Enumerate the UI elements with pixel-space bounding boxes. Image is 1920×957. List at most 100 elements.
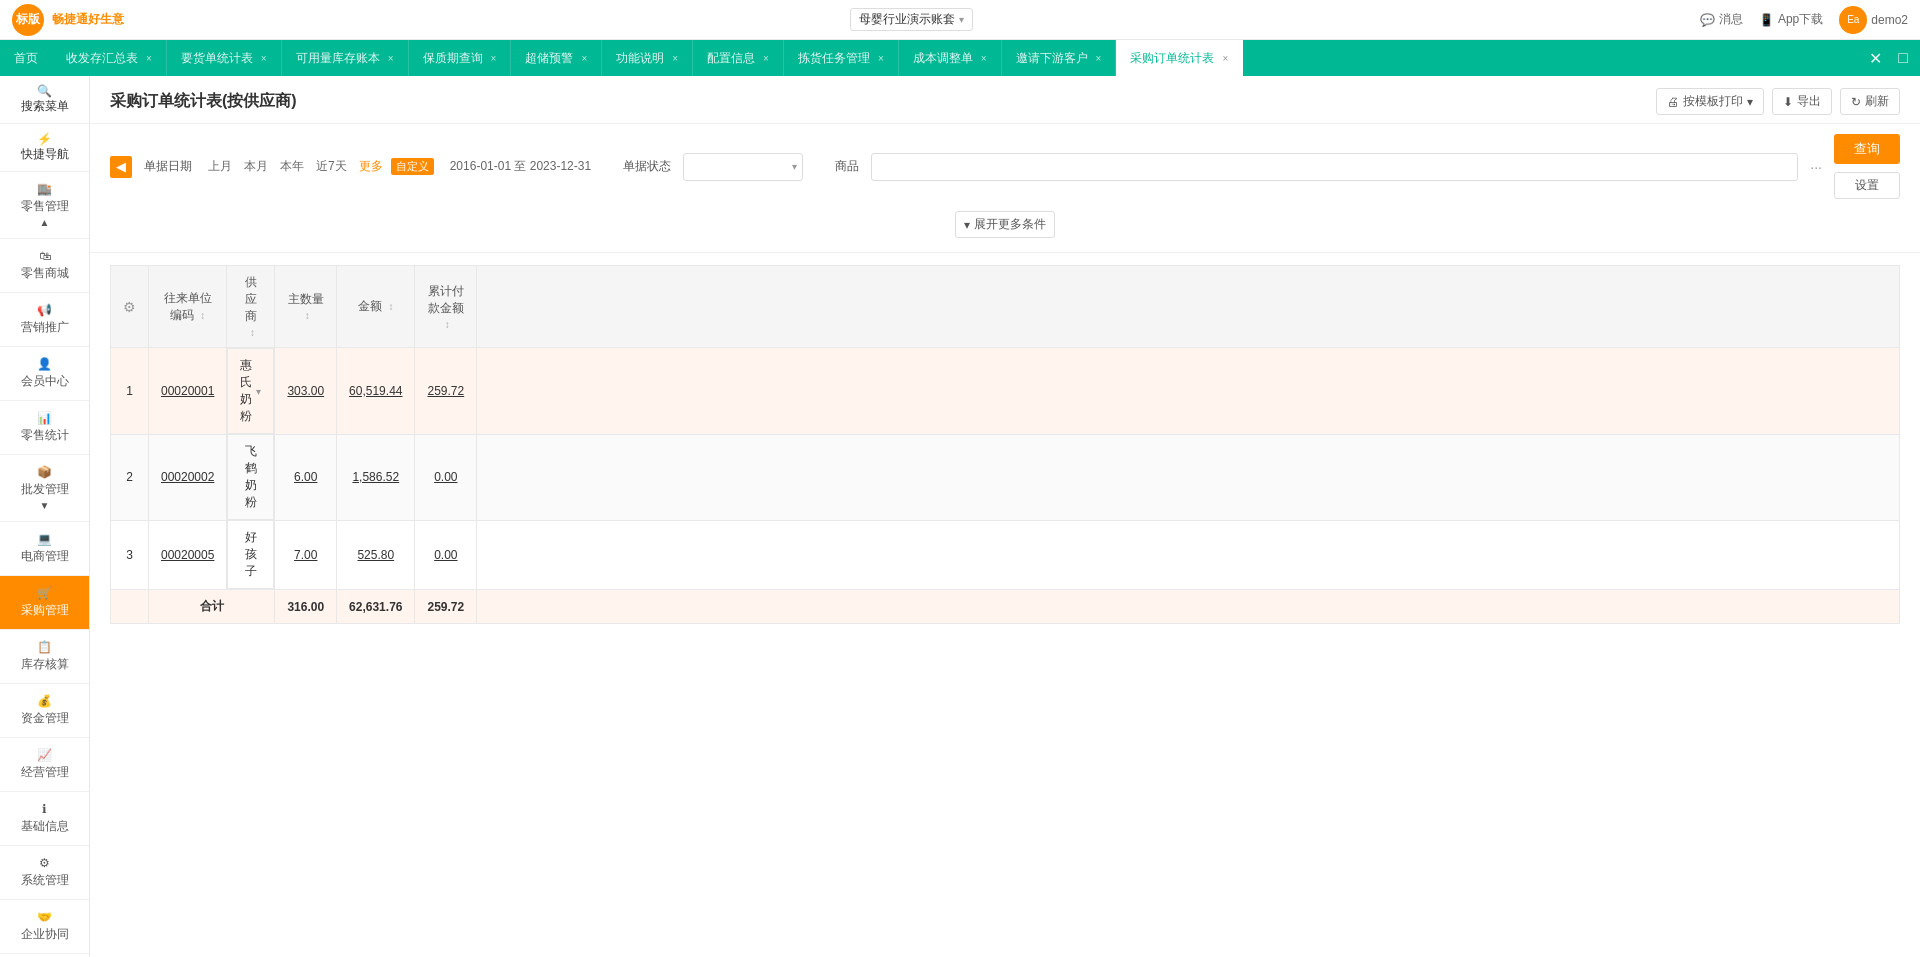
expand-more-btn[interactable]: ▾ 展开更多条件 <box>955 211 1055 238</box>
filter-toggle-btn[interactable]: ◀ <box>110 156 132 178</box>
status-select-wrap <box>683 153 803 181</box>
shortcut-last-month[interactable]: 上月 <box>204 156 236 177</box>
close-tab-gongneng[interactable]: × <box>672 53 678 64</box>
custom-date-tag[interactable]: 自定义 <box>391 158 434 175</box>
tab-caigou-active[interactable]: 采购订单统计表 × <box>1116 40 1243 76</box>
sidebar-item-零售管理[interactable]: 🏬 零售管理 ▲ <box>0 172 89 239</box>
tab-yaohuo[interactable]: 要货单统计表 × <box>167 40 282 76</box>
row-paid[interactable]: 259.72 <box>415 348 477 435</box>
row-amount[interactable]: 60,519.44 <box>337 348 415 435</box>
sidebar-search[interactable]: 🔍 搜索菜单 <box>0 76 89 124</box>
row-code[interactable]: 00020001 <box>149 348 227 435</box>
close-tab-shoufahu[interactable]: × <box>146 53 152 64</box>
sidebar-item-库存核算[interactable]: 📋 库存核算 <box>0 630 89 684</box>
query-btn[interactable]: 查询 <box>1834 134 1900 164</box>
home-label: 首页 <box>14 50 38 67</box>
row-quantity[interactable]: 303.00 <box>275 348 337 435</box>
workspace-selector[interactable]: 母婴行业演示账套 ▾ <box>850 8 973 31</box>
tab-yaoqing[interactable]: 邀请下游客户 × <box>1002 40 1117 76</box>
expand-label: 展开更多条件 <box>974 216 1046 233</box>
close-tab-peizhi[interactable]: × <box>763 53 769 64</box>
row-paid[interactable]: 0.00 <box>415 434 477 520</box>
workspace-chevron: ▾ <box>959 14 964 25</box>
shortcut-this-month[interactable]: 本月 <box>240 156 272 177</box>
table-footer: 合计 316.00 62,631.76 259.72 <box>111 590 1900 624</box>
more-options-btn[interactable]: ··· <box>1810 159 1822 175</box>
print-btn[interactable]: 🖨 按模板打印 ▾ <box>1656 88 1764 115</box>
tab-keyong[interactable]: 可用量库存账本 × <box>282 40 409 76</box>
col-quantity[interactable]: 主数量 ↕ <box>275 266 337 348</box>
sidebar-item-资金管理[interactable]: 💰 资金管理 <box>0 684 89 738</box>
refresh-icon: ↻ <box>1851 95 1861 109</box>
expand-row: ▾ 展开更多条件 <box>110 207 1900 242</box>
user-area[interactable]: Ea demo2 <box>1839 6 1908 34</box>
row-paid[interactable]: 0.00 <box>415 520 477 590</box>
close-tab-baozhi[interactable]: × <box>491 53 497 64</box>
sidebar-quick-nav[interactable]: ⚡ 快捷导航 <box>0 124 89 172</box>
arrow-down-icon-批发: ▼ <box>40 500 50 511</box>
基础信息-icon: ℹ <box>42 802 47 816</box>
export-btn[interactable]: ⬇ 导出 <box>1772 88 1832 115</box>
date-shortcuts: 上月 本月 本年 近7天 更多 自定义 <box>204 156 434 177</box>
row-quantity[interactable]: 6.00 <box>275 434 337 520</box>
sidebar-item-电商管理[interactable]: 💻 电商管理 <box>0 522 89 576</box>
app-download-btn[interactable]: 📱 App下载 <box>1759 11 1823 28</box>
close-window-btn[interactable]: ✕ <box>1865 49 1886 68</box>
row-quantity[interactable]: 7.00 <box>275 520 337 590</box>
tab-peizhi[interactable]: 配置信息 × <box>693 40 784 76</box>
tab-shoufahuiZong[interactable]: 收发存汇总表 × <box>52 40 167 76</box>
sidebar-item-会员中心[interactable]: 👤 会员中心 <box>0 347 89 401</box>
maximize-window-btn[interactable]: □ <box>1894 49 1912 67</box>
col-quantity-label: 主数量 <box>288 292 324 306</box>
close-tab-peihuorenwu[interactable]: × <box>878 53 884 64</box>
col-code[interactable]: 往来单位编码 ↕ <box>149 266 227 348</box>
close-tab-yaoqing[interactable]: × <box>1096 53 1102 64</box>
shortcut-more[interactable]: 更多 <box>355 156 387 177</box>
sidebar-item-企业协同[interactable]: 🤝 企业协同 <box>0 900 89 954</box>
shortcut-7days[interactable]: 近7天 <box>312 156 351 177</box>
tab-chengben[interactable]: 成本调整单 × <box>899 40 1002 76</box>
header-actions: 🖨 按模板打印 ▾ ⬇ 导出 ↻ 刷新 <box>1656 88 1900 115</box>
col-paid[interactable]: 累计付款金额 ↕ <box>415 266 477 348</box>
col-amount-label: 金额 <box>358 299 382 313</box>
total-extra <box>477 590 1900 624</box>
close-tab-chengben[interactable]: × <box>981 53 987 64</box>
tab-baozhi[interactable]: 保质期查询 × <box>409 40 512 76</box>
goods-input[interactable] <box>871 153 1798 181</box>
sidebar-item-采购管理[interactable]: 🛒 采购管理 <box>0 576 89 630</box>
零售商城-icon: 🛍 <box>39 249 51 263</box>
sidebar-item-营销推广[interactable]: 📢 营销推广 <box>0 293 89 347</box>
user-avatar: Ea <box>1839 6 1867 34</box>
close-tab-keyong[interactable]: × <box>388 53 394 64</box>
col-amount[interactable]: 金额 ↕ <box>337 266 415 348</box>
tab-gongneng[interactable]: 功能说明 × <box>602 40 693 76</box>
message-btn[interactable]: 💬 消息 <box>1700 11 1743 28</box>
print-label: 按模板打印 <box>1683 93 1743 110</box>
tab-超储预警[interactable]: 超储预警 × <box>511 40 602 76</box>
sidebar-item-基础信息[interactable]: ℹ 基础信息 <box>0 792 89 846</box>
col-settings[interactable]: ⚙ <box>111 266 149 348</box>
sidebar-item-系统管理[interactable]: ⚙ 系统管理 <box>0 846 89 900</box>
sidebar-item-经营管理[interactable]: 📈 经营管理 <box>0 738 89 792</box>
col-supplier[interactable]: 供应商 ↕ <box>227 266 275 348</box>
tab-peihuorenwu[interactable]: 拣货任务管理 × <box>784 40 899 76</box>
refresh-btn[interactable]: ↻ 刷新 <box>1840 88 1900 115</box>
row-code[interactable]: 00020002 <box>149 434 227 520</box>
date-range-display: 2016-01-01 至 2023-12-31 <box>450 158 591 175</box>
row-code[interactable]: 00020005 <box>149 520 227 590</box>
tab-home[interactable]: 首页 <box>0 40 52 76</box>
row-amount[interactable]: 525.80 <box>337 520 415 590</box>
sidebar-item-零售商城[interactable]: 🛍 零售商城 <box>0 239 89 293</box>
shortcut-this-year[interactable]: 本年 <box>276 156 308 177</box>
close-tab-超储预警[interactable]: × <box>581 53 587 64</box>
toggle-arrow-icon: ◀ <box>116 159 126 174</box>
sidebar-item-零售统计[interactable]: 📊 零售统计 <box>0 401 89 455</box>
sidebar-item-批发管理[interactable]: 📦 批发管理 ▼ <box>0 455 89 522</box>
filter-area: ◀ 单据日期 上月 本月 本年 近7天 更多 自定义 2016-01-01 至 … <box>90 124 1920 253</box>
settings-btn[interactable]: 设置 <box>1834 172 1900 199</box>
status-select[interactable] <box>683 153 803 181</box>
close-tab-caigou[interactable]: × <box>1222 53 1228 64</box>
row-supplier: 好孩子 <box>227 520 274 589</box>
row-amount[interactable]: 1,586.52 <box>337 434 415 520</box>
close-tab-yaohuo[interactable]: × <box>261 53 267 64</box>
